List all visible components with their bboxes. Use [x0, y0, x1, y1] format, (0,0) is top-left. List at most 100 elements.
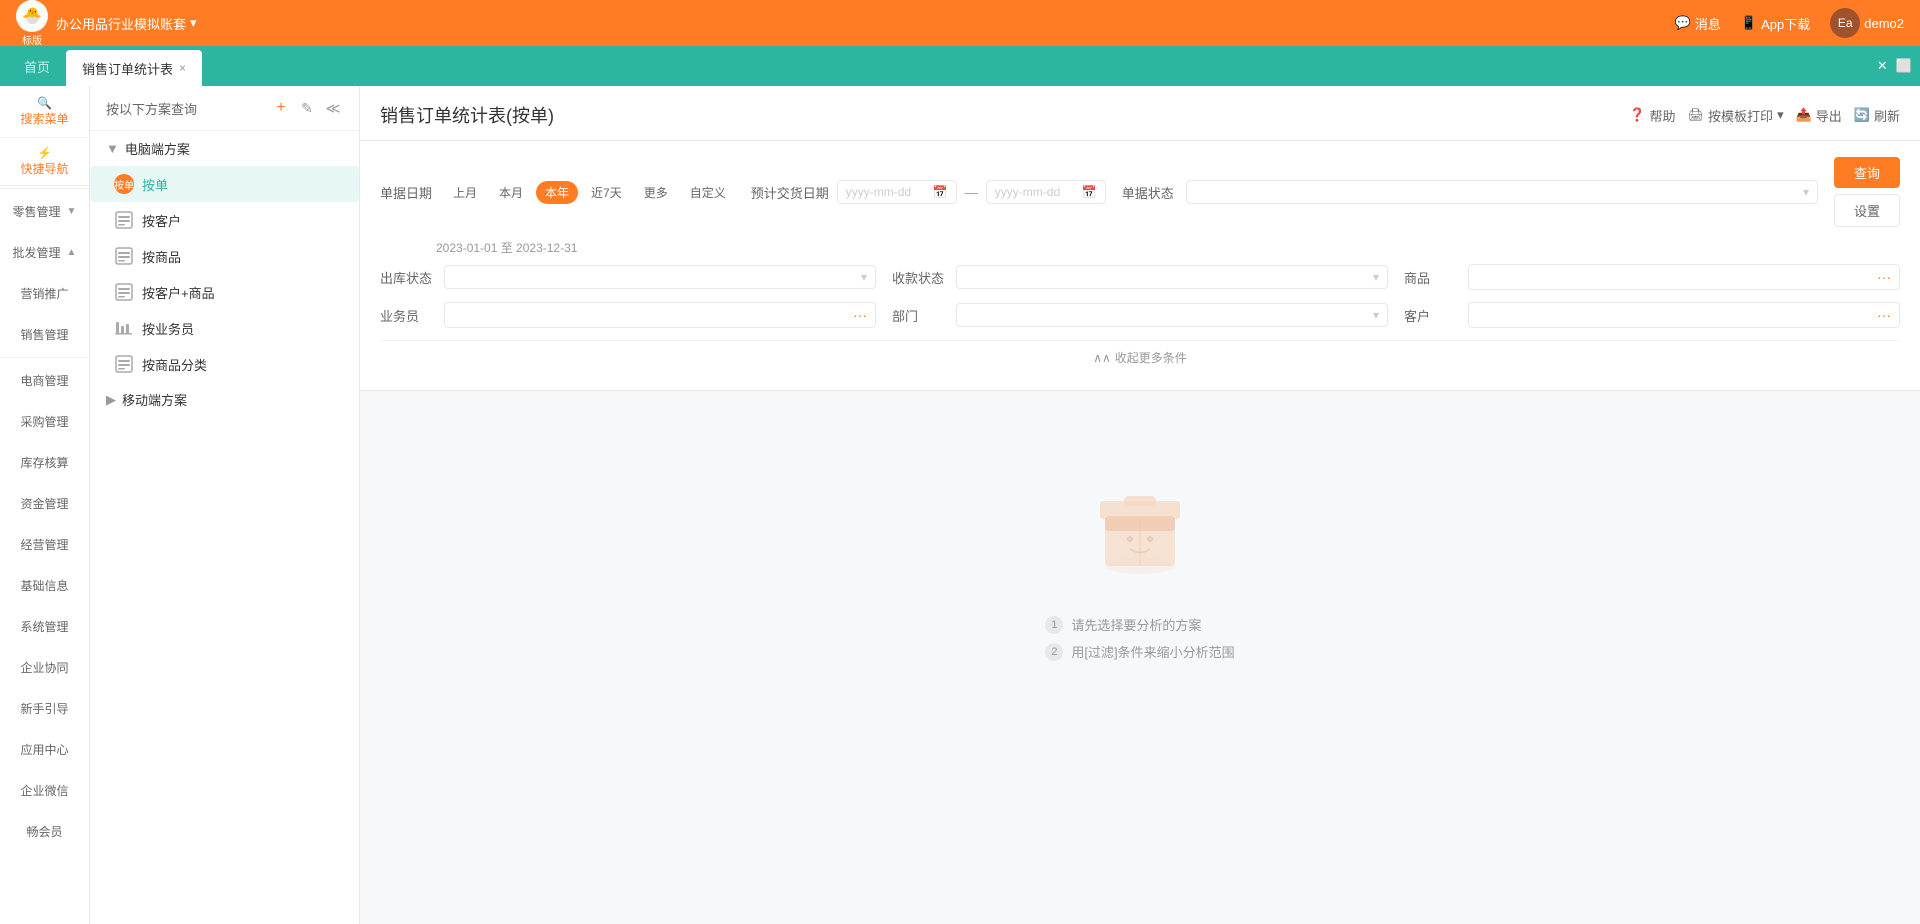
payment-status-select[interactable]: ▾: [956, 265, 1388, 289]
sidebar-item-ecommerce[interactable]: 电商管理: [0, 360, 89, 401]
salesperson-label: 业务员: [380, 306, 436, 325]
sidebar-item-purchase[interactable]: 采购管理: [0, 401, 89, 442]
message-btn[interactable]: 💬 消息: [1675, 14, 1721, 33]
app-selector[interactable]: 办公用品行业模拟账套 ▾: [56, 14, 197, 33]
date-btn-custom[interactable]: 自定义: [681, 181, 735, 204]
sidebar-item-member[interactable]: 畅会员: [0, 811, 89, 852]
left-panel-icons: + ✎ ≪: [271, 98, 343, 118]
help-icon: ❓: [1629, 107, 1645, 123]
sidebar-item-inventory[interactable]: 库存核算: [0, 442, 89, 483]
collapse-label: 收起更多条件: [1115, 349, 1187, 366]
doc-status-group: 单据状态 ▾: [1122, 180, 1818, 204]
sidebar-item-retail[interactable]: 零售管理 ▼: [0, 191, 89, 232]
doc-status-select[interactable]: ▾: [1186, 180, 1818, 204]
add-scheme-btn[interactable]: +: [271, 98, 291, 118]
empty-illustration: [1080, 471, 1200, 591]
sidebar-search[interactable]: 🔍 搜索菜单: [0, 86, 89, 138]
department-group: 部门 ▾: [892, 303, 1388, 327]
sidebar-item-appcenter[interactable]: 应用中心: [0, 729, 89, 770]
date-filter-group: 单据日期 上月 本月 本年 近7天 更多 自定义: [380, 181, 735, 204]
collapse-btn[interactable]: ∧∧ 收起更多条件: [1093, 349, 1187, 366]
template-print-btn[interactable]: 🖨 按模板打印 ▾: [1688, 106, 1784, 125]
settings-btn[interactable]: 设置: [1834, 194, 1900, 227]
filter-row-3: 业务员 ··· 部门 ▾ 客户: [380, 302, 1900, 328]
print-icon: 🖨: [1688, 107, 1705, 123]
date-btn-7days[interactable]: 近7天: [582, 181, 631, 204]
sidebar-item-system[interactable]: 系统管理: [0, 606, 89, 647]
scheme-item-by-category[interactable]: 按商品分类: [90, 346, 359, 382]
sidebar-item-basic[interactable]: 基础信息: [0, 565, 89, 606]
refresh-btn[interactable]: 🔄 刷新: [1854, 106, 1900, 125]
sidebar-retail-arrow: ▼: [67, 206, 77, 217]
date-btn-this-month[interactable]: 本月: [490, 181, 532, 204]
department-select[interactable]: ▾: [956, 303, 1388, 327]
download-icon: 📱: [1741, 15, 1757, 31]
template-print-label: 按模板打印: [1708, 106, 1773, 125]
expected-date-end[interactable]: yyyy-mm-dd 📅: [986, 180, 1106, 204]
filter-row-2: 出库状态 ▾ 收款状态 ▾ 商品: [380, 264, 1900, 290]
sidebar-wholesale-label: 批发管理: [13, 244, 61, 261]
page-header: 销售订单统计表(按单) ❓ 帮助 🖨 按模板打印 ▾ 📤 导出: [360, 86, 1920, 141]
sidebar-member-label: 畅会员: [26, 823, 62, 840]
scheme-item-by-order[interactable]: 按单 按单: [90, 166, 359, 202]
sidebar-item-newbie[interactable]: 新手引导: [0, 688, 89, 729]
tab-sales-order[interactable]: 销售订单统计表 ×: [66, 50, 202, 86]
scheme-item-by-goods[interactable]: 按商品: [90, 238, 359, 274]
search-btn[interactable]: 查询: [1834, 157, 1900, 188]
sidebar-item-wholesale[interactable]: 批发管理 ▲: [0, 232, 89, 273]
sidebar-quick-nav-label: 快捷导航: [0, 160, 89, 177]
export-btn[interactable]: 📤 导出: [1796, 106, 1842, 125]
expected-date-start[interactable]: yyyy-mm-dd 📅: [837, 180, 957, 204]
delivery-arrow: ▾: [861, 270, 867, 284]
nav-icon: ⚡: [0, 146, 89, 160]
empty-tip-1: 1 请先选择要分析的方案: [1045, 615, 1234, 634]
sidebar-finance-label: 资金管理: [20, 495, 68, 512]
window-restore-btn[interactable]: ⬜: [1896, 58, 1912, 74]
collapse-panel-btn[interactable]: ≪: [323, 98, 343, 118]
app-download-btn[interactable]: 📱 App下载: [1741, 14, 1810, 33]
section-label: 电脑端方案: [125, 139, 190, 158]
date-separator: —: [965, 185, 978, 200]
scheme-item-by-customer[interactable]: 按客户: [90, 202, 359, 238]
goods-group: 商品 ···: [1404, 264, 1900, 290]
scheme-section-pc-title[interactable]: ▼ 电脑端方案: [90, 131, 359, 166]
window-close-btn[interactable]: ✕: [1877, 58, 1888, 74]
user-menu[interactable]: Ea demo2: [1830, 8, 1904, 38]
date-btn-last-month[interactable]: 上月: [444, 181, 486, 204]
sidebar-operations-label: 经营管理: [20, 536, 68, 553]
sidebar-item-wechat[interactable]: 企业微信: [0, 770, 89, 811]
tab-bar: 首页 销售订单统计表 × ✕ ⬜: [0, 46, 1920, 86]
salesperson-input[interactable]: ···: [444, 302, 876, 328]
section-arrow: ▼: [106, 141, 119, 156]
collapse-icon: ≪: [326, 100, 341, 117]
payment-status-group: 收款状态 ▾: [892, 265, 1388, 289]
app-title: 办公用品行业模拟账套: [56, 14, 186, 33]
page-actions: ❓ 帮助 🖨 按模板打印 ▾ 📤 导出 🔄 刷新: [1629, 106, 1900, 125]
sidebar-item-finance[interactable]: 资金管理: [0, 483, 89, 524]
sidebar-inventory-label: 库存核算: [20, 454, 68, 471]
sidebar-quick-nav[interactable]: ⚡ 快捷导航: [0, 138, 89, 186]
tab-home[interactable]: 首页: [8, 46, 66, 86]
scheme-section-mobile-title[interactable]: ▶ 移动端方案: [90, 382, 359, 417]
goods-more-icon: ···: [1877, 269, 1891, 285]
tab-close-icon[interactable]: ×: [179, 61, 186, 75]
scheme-item-by-customer-goods[interactable]: 按客户+商品: [90, 274, 359, 310]
sidebar-marketing-label: 营销推广: [20, 285, 68, 302]
customer-input[interactable]: ···: [1468, 302, 1900, 328]
sidebar-wechat-label: 企业微信: [20, 782, 68, 799]
by-customer-goods-icon: [114, 282, 134, 302]
scheme-item-by-salesperson[interactable]: 按业务员: [90, 310, 359, 346]
edit-scheme-btn[interactable]: ✎: [297, 98, 317, 118]
tab-window-btns: ✕ ⬜: [1877, 58, 1912, 74]
sidebar-item-operations[interactable]: 经营管理: [0, 524, 89, 565]
sidebar-item-marketing[interactable]: 营销推广: [0, 273, 89, 314]
goods-input[interactable]: ···: [1468, 264, 1900, 290]
delivery-status-select[interactable]: ▾: [444, 265, 876, 289]
sidebar-item-enterprise[interactable]: 企业协同: [0, 647, 89, 688]
date-btn-more[interactable]: 更多: [635, 181, 677, 204]
help-btn[interactable]: ❓ 帮助: [1629, 106, 1675, 125]
sidebar-item-sales[interactable]: 销售管理: [0, 314, 89, 355]
expected-date-start-placeholder: yyyy-mm-dd: [846, 185, 911, 199]
scheme-section-pc: ▼ 电脑端方案 按单 按单: [90, 131, 359, 382]
date-btn-this-year[interactable]: 本年: [536, 181, 578, 204]
